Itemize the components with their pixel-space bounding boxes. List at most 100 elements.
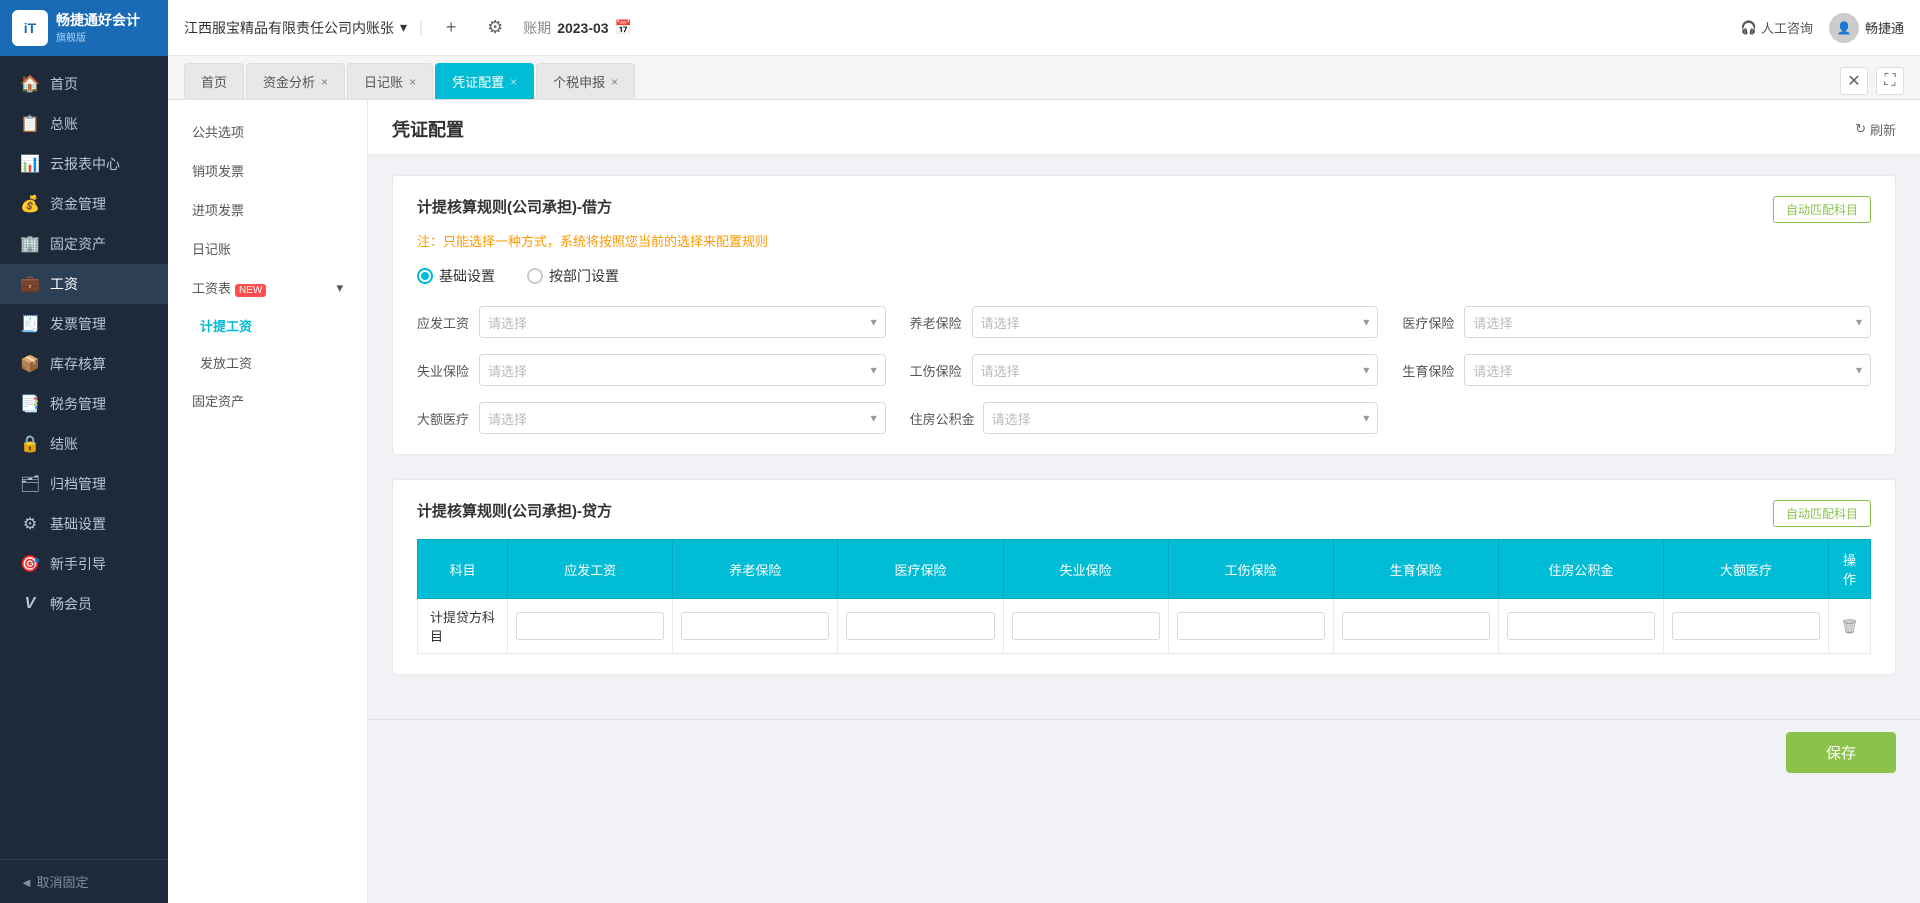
left-nav-journal-label: 日记账	[192, 239, 231, 258]
row-large-medical-input[interactable]	[1672, 612, 1820, 640]
tab-home[interactable]: 首页	[184, 63, 244, 99]
maternity-label: 生育保险	[1402, 361, 1456, 380]
sidebar-item-salary[interactable]: 💼 工资	[0, 264, 168, 304]
medical-placeholder: 请选择	[1473, 313, 1512, 332]
refresh-btn[interactable]: ↻ 刷新	[1855, 120, 1896, 139]
sidebar-item-assets[interactable]: 🏢 固定资产	[0, 224, 168, 264]
tab-fund-close[interactable]: ×	[321, 75, 328, 89]
gross-salary-select[interactable]: 请选择 ▾	[479, 306, 886, 338]
left-nav-fixed-assets-label: 固定资产	[192, 391, 244, 410]
row-housing-input[interactable]	[1507, 612, 1655, 640]
pension-select[interactable]: 请选择 ▾	[972, 306, 1379, 338]
sidebar-item-invoices[interactable]: 🧾 发票管理	[0, 304, 168, 344]
sidebar-item-label: 畅会员	[50, 594, 92, 614]
sidebar-item-guide[interactable]: 🎯 新手引导	[0, 544, 168, 584]
tabbar: 首页 资金分析 × 日记账 × 凭证配置 × 个税申报 × ✕ ⛶	[168, 56, 1920, 100]
sidebar-item-label: 工资	[50, 274, 78, 294]
tab-voucher[interactable]: 凭证配置 ×	[435, 63, 534, 99]
left-nav-journal[interactable]: 日记账	[168, 229, 367, 268]
sidebar-item-label: 新手引导	[50, 554, 106, 574]
large-medical-select[interactable]: 请选择 ▾	[479, 402, 886, 434]
row-pension-input[interactable]	[681, 612, 829, 640]
refresh-icon: ↻	[1855, 121, 1866, 137]
service-btn[interactable]: 🎧 人工咨询	[1741, 18, 1813, 37]
tab-tax-close[interactable]: ×	[611, 75, 618, 89]
tax-icon: 📑	[20, 394, 40, 414]
row-medical-input[interactable]	[846, 612, 994, 640]
table-header-row: 科目 应发工资 养老保险 医疗保险 失业保险 工伤保险 生育保险 住房公积金 大…	[418, 540, 1871, 599]
sidebar-item-settings[interactable]: ⚙ 基础设置	[0, 504, 168, 544]
left-nav-public[interactable]: 公共选项	[168, 112, 367, 151]
injury-label: 工伤保险	[910, 361, 964, 380]
pension-label: 养老保险	[910, 313, 964, 332]
add-account-btn[interactable]: +	[435, 12, 467, 44]
housing-fund-select[interactable]: 请选择 ▾	[983, 402, 1379, 434]
sidebar-item-label: 总账	[50, 114, 78, 134]
sidebar-item-label: 基础设置	[50, 514, 106, 534]
sidebar-item-archive[interactable]: 🗂 归档管理	[0, 464, 168, 504]
settings-btn[interactable]: ⚙	[479, 12, 511, 44]
sidebar-nav: 🏠 首页 📋 总账 📊 云报表中心 💰 资金管理 🏢 固定资产 💼 工资 🧾 发…	[0, 56, 168, 859]
maternity-select[interactable]: 请选择 ▾	[1464, 354, 1871, 386]
field-medical: 医疗保险 请选择 ▾	[1402, 306, 1871, 338]
sidebar-item-closing[interactable]: 🔒 结账	[0, 424, 168, 464]
large-medical-placeholder: 请选择	[488, 409, 527, 428]
sidebar-item-home[interactable]: 🏠 首页	[0, 64, 168, 104]
tab-tax[interactable]: 个税申报 ×	[536, 63, 635, 99]
row-injury-input[interactable]	[1177, 612, 1325, 640]
left-nav-purchase[interactable]: 进项发票	[168, 190, 367, 229]
left-nav-sales[interactable]: 销项发票	[168, 151, 367, 190]
row-gross-input-cell	[508, 599, 673, 654]
tab-journal-close[interactable]: ×	[409, 75, 416, 89]
left-nav-pay-salary[interactable]: 发放工资	[168, 344, 367, 381]
vip-icon: V	[20, 595, 40, 613]
housing-fund-label: 住房公积金	[910, 409, 975, 428]
save-button[interactable]: 保存	[1786, 732, 1896, 773]
field-pension: 养老保险 请选择 ▾	[910, 306, 1379, 338]
sidebar-item-vip[interactable]: V 畅会员	[0, 584, 168, 624]
radio-basic[interactable]: 基础设置	[417, 266, 495, 286]
sidebar-item-tax[interactable]: 📑 税务管理	[0, 384, 168, 424]
cancel-fixed-btn[interactable]: ◄ 取消固定	[0, 859, 168, 903]
row-maternity-input-cell	[1333, 599, 1498, 654]
debit-auto-match-btn[interactable]: 自动匹配科目	[1773, 196, 1871, 223]
row-unemployment-input[interactable]	[1012, 612, 1160, 640]
credit-auto-match-btn[interactable]: 自动匹配科目	[1773, 500, 1871, 527]
chevron-down-icon: ▾	[1363, 363, 1369, 377]
sidebar-item-inventory[interactable]: 📦 库存核算	[0, 344, 168, 384]
delete-row-btn[interactable]: 🗑	[1841, 618, 1859, 634]
medical-select[interactable]: 请选择 ▾	[1464, 306, 1871, 338]
injury-select[interactable]: 请选择 ▾	[972, 354, 1379, 386]
row-subject-label: 计提贷方科目	[418, 599, 508, 654]
tab-voucher-close[interactable]: ×	[510, 75, 517, 89]
sidebar-item-label: 库存核算	[50, 354, 106, 374]
sidebar-item-ledger[interactable]: 📋 总账	[0, 104, 168, 144]
maximize-btn[interactable]: ⛶	[1876, 67, 1904, 95]
company-selector[interactable]: 江西服宝精品有限责任公司内账张 ▾	[184, 18, 407, 38]
funds-icon: 💰	[20, 194, 40, 214]
tab-voucher-label: 凭证配置	[452, 72, 504, 91]
calendar-icon[interactable]: 📅	[615, 19, 632, 36]
reports-icon: 📊	[20, 154, 40, 174]
home-icon: 🏠	[20, 74, 40, 94]
sidebar-item-reports[interactable]: 📊 云报表中心	[0, 144, 168, 184]
chevron-down-icon: ▾	[1363, 315, 1369, 329]
unemployment-select[interactable]: 请选择 ▾	[479, 354, 886, 386]
sidebar-item-label: 首页	[50, 74, 78, 94]
topbar-divider: |	[419, 19, 423, 37]
left-nav-fixed-assets[interactable]: 固定资产	[168, 381, 367, 420]
row-maternity-input[interactable]	[1342, 612, 1490, 640]
user-area[interactable]: 👤 畅捷通	[1829, 13, 1904, 43]
close-tab-btn[interactable]: ✕	[1840, 67, 1868, 95]
left-nav-calc-salary[interactable]: 计提工资	[168, 307, 367, 344]
debit-section-note: 注：只能选择一种方式，系统将按照您当前的选择来配置规则	[417, 231, 1871, 250]
company-name: 江西服宝精品有限责任公司内账张	[184, 18, 394, 38]
sidebar-item-funds[interactable]: 💰 资金管理	[0, 184, 168, 224]
row-gross-input[interactable]	[516, 612, 664, 640]
left-nav-salary-table[interactable]: 工资表NEW ▾	[168, 268, 367, 307]
left-nav-public-label: 公共选项	[192, 122, 244, 141]
tab-journal-label: 日记账	[364, 72, 403, 91]
radio-dept[interactable]: 按部门设置	[527, 266, 619, 286]
tab-fund[interactable]: 资金分析 ×	[246, 63, 345, 99]
tab-journal[interactable]: 日记账 ×	[347, 63, 433, 99]
